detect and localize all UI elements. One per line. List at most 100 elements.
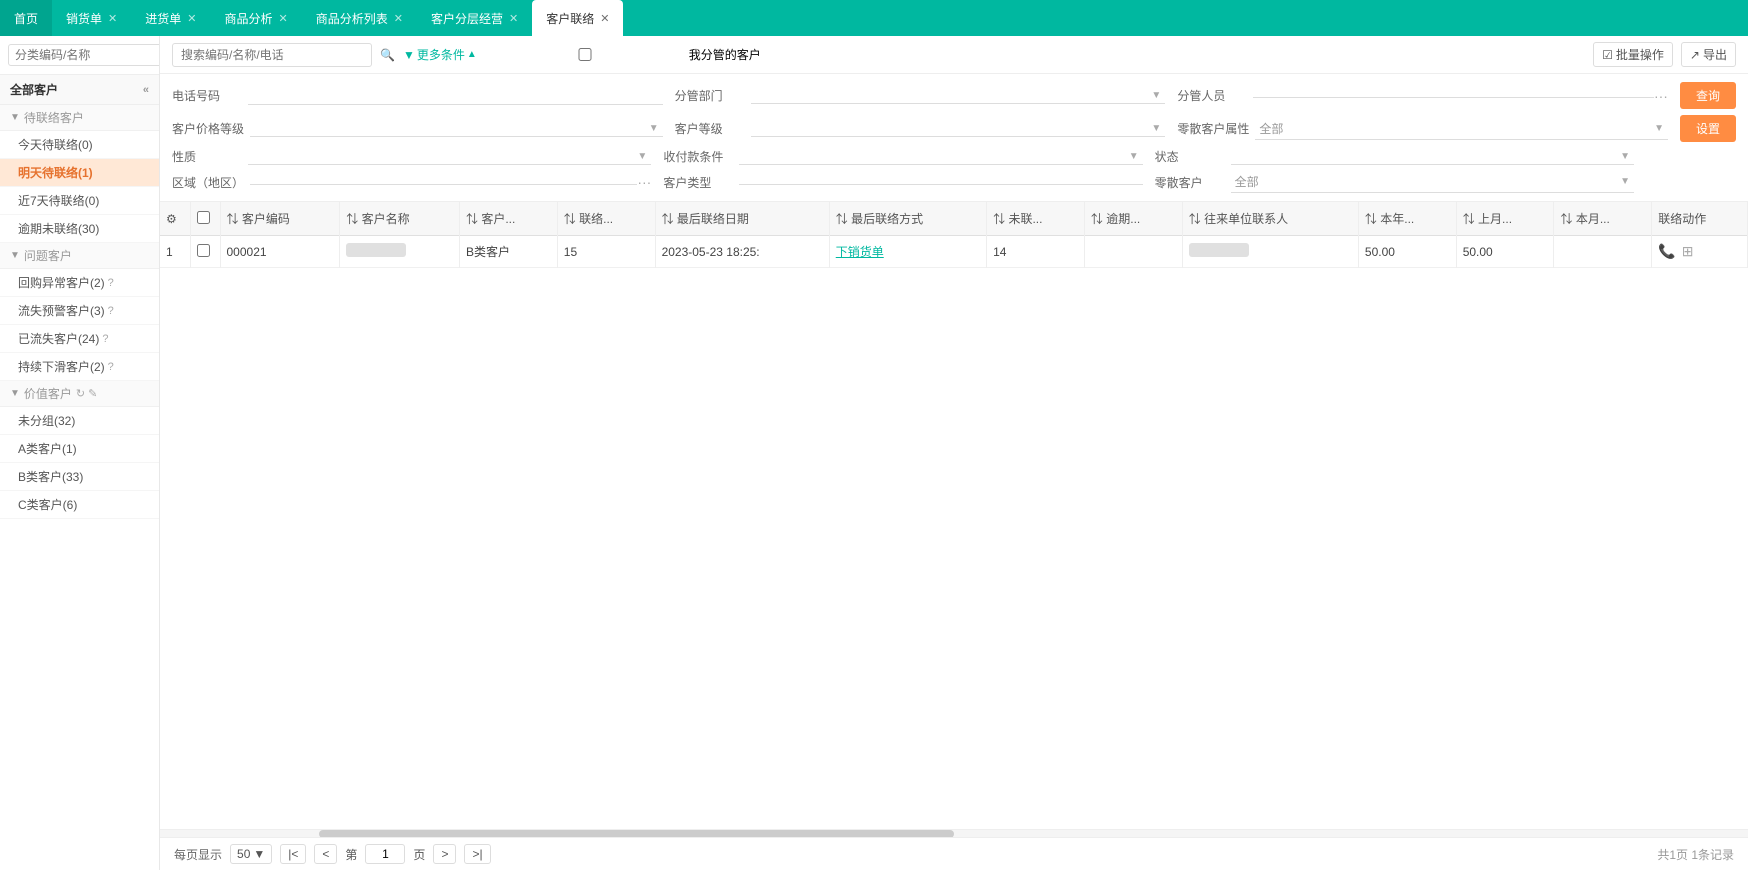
sidebar-item-ungrouped[interactable]: 未分组(32) — [0, 407, 159, 435]
nav-sales-order[interactable]: 销货单 ✕ — [52, 0, 131, 36]
horizontal-scrollbar[interactable] — [160, 829, 1748, 837]
sidebar-item-b-class[interactable]: B类客户(33) — [0, 463, 159, 491]
close-sales-order-icon[interactable]: ✕ — [108, 12, 117, 25]
collapse-icon: « — [143, 84, 149, 96]
filter-region-select[interactable] — [250, 180, 637, 185]
reset-button[interactable]: 设置 — [1680, 115, 1736, 142]
my-customer-checkbox[interactable] — [485, 48, 685, 61]
main-search-input[interactable] — [172, 43, 372, 67]
sidebar-pending-group-title[interactable]: ▼ 待联络客户 — [0, 105, 159, 131]
sidebar-item-c-class[interactable]: C类客户(6) — [0, 491, 159, 519]
sidebar-search-input[interactable] — [8, 44, 160, 66]
per-page-select[interactable]: 50 ▼ — [230, 844, 272, 864]
filter-retail-attr-select[interactable]: 全部 ▼ — [1255, 118, 1668, 140]
filter-status: 状态 ▼ — [1155, 148, 1634, 165]
chevron-down-icon-7: ▼ — [1620, 151, 1630, 162]
th-last-contact-date[interactable]: ⇅ 最后联络日期 — [655, 202, 829, 236]
main-search-icon[interactable]: 🔍 — [380, 48, 395, 62]
close-customer-segmentation-icon[interactable]: ✕ — [509, 12, 518, 25]
chevron-down-icon-8: ▼ — [1620, 176, 1630, 187]
filter-customer-level: 客户等级 ▼ — [675, 120, 1166, 137]
batch-op-button[interactable]: ☑ 批量操作 — [1593, 42, 1673, 67]
value-group-edit-icon[interactable]: ✎ — [88, 387, 97, 400]
filter-region-ellipsis[interactable]: ··· — [637, 174, 651, 190]
sidebar-item-tomorrow-pending[interactable]: 明天待联络(1) — [0, 159, 159, 187]
filter-customer-type-label: 客户类型 — [663, 174, 733, 191]
filter-department-select[interactable]: ▼ — [751, 88, 1166, 104]
export-button[interactable]: ↗ 导出 — [1681, 42, 1736, 67]
sidebar-item-a-class[interactable]: A类客户(1) — [0, 435, 159, 463]
filter-retail-select[interactable]: 全部 ▼ — [1231, 171, 1634, 193]
export-icon: ↗ — [1690, 48, 1700, 62]
sidebar-item-overdue-pending[interactable]: 逾期未联络(30) — [0, 215, 159, 243]
nav-customer-contact[interactable]: 客户联络 ✕ — [532, 0, 623, 36]
sidebar-all-customers[interactable]: 全部客户 « — [0, 75, 159, 105]
nav-product-analysis[interactable]: 商品分析 ✕ — [210, 0, 301, 36]
close-product-analysis-icon[interactable]: ✕ — [279, 12, 288, 25]
sidebar-value-group-title[interactable]: ▼ 价值客户 ↻ ✎ — [0, 381, 159, 407]
th-not-contacted[interactable]: ⇅ 未联... — [987, 202, 1085, 236]
chevron-down-icon-5: ▼ — [637, 151, 647, 162]
sort-icon-11: ⇅ — [1463, 212, 1475, 226]
th-last-contact-method[interactable]: ⇅ 最后联络方式 — [829, 202, 986, 236]
sidebar-item-7days-pending[interactable]: 近7天待联络(0) — [0, 187, 159, 215]
sidebar-item-churned[interactable]: 已流失客户(24) ? — [0, 325, 159, 353]
nav-product-analysis-list[interactable]: 商品分析列表 ✕ — [302, 0, 417, 36]
query-button[interactable]: 查询 — [1680, 82, 1736, 109]
th-this-year[interactable]: ⇅ 本年... — [1358, 202, 1456, 236]
close-purchase-order-icon[interactable]: ✕ — [187, 12, 196, 25]
th-last-month[interactable]: ⇅ 上月... — [1456, 202, 1554, 236]
total-records-text: 共1页 1条记录 — [1657, 846, 1734, 863]
filter-price-level-select[interactable]: ▼ — [250, 121, 663, 137]
th-overdue[interactable]: ⇅ 逾期... — [1084, 202, 1182, 236]
action-grid-icon[interactable]: ⊞ — [1682, 243, 1694, 260]
sort-icon-2: ⇅ — [346, 212, 358, 226]
sidebar-item-repurchase-abnormal[interactable]: 回购异常客户(2) ? — [0, 269, 159, 297]
td-last-month: 50.00 — [1456, 236, 1554, 268]
filter-manager-ellipsis[interactable]: ··· — [1654, 88, 1668, 104]
th-customer-code[interactable]: ⇅ 客户编码 — [220, 202, 340, 236]
chevron-down-icon-4: ▼ — [1654, 123, 1664, 134]
filter-nature-label: 性质 — [172, 148, 242, 165]
sidebar-item-declining[interactable]: 持续下滑客户(2) ? — [0, 353, 159, 381]
th-customer-type[interactable]: ⇅ 客户... — [459, 202, 557, 236]
th-contact[interactable]: ⇅ 联络... — [557, 202, 655, 236]
filter-customer-type-select[interactable] — [739, 180, 1142, 185]
page-number-input[interactable] — [365, 844, 405, 864]
filter-phone-input[interactable] — [248, 86, 663, 105]
th-this-month[interactable]: ⇅ 本月... — [1554, 202, 1652, 236]
close-customer-contact-icon[interactable]: ✕ — [600, 12, 609, 25]
row-checkbox[interactable] — [197, 244, 210, 257]
th-company-contact[interactable]: ⇅ 往来单位联系人 — [1182, 202, 1358, 236]
more-filter-btn[interactable]: ▼ 更多条件 ▲ — [403, 46, 477, 63]
th-settings[interactable]: ⚙ — [160, 202, 190, 236]
contact-method-link[interactable]: 下销货单 — [836, 245, 884, 259]
my-customer-checkbox-area[interactable]: 我分管的客户 — [485, 46, 761, 63]
action-phone-icon[interactable]: 📞 — [1658, 243, 1675, 260]
sidebar-item-churn-warning[interactable]: 流失预警客户(3) ? — [0, 297, 159, 325]
filter-nature-select[interactable]: ▼ — [248, 149, 651, 165]
close-product-analysis-list-icon[interactable]: ✕ — [394, 12, 403, 25]
first-page-btn[interactable]: |< — [280, 844, 306, 864]
td-customer-code: 000021 — [220, 236, 340, 268]
value-group-refresh-icon[interactable]: ↻ — [76, 387, 85, 400]
nav-home[interactable]: 首页 — [0, 0, 52, 36]
table-container: ⚙ ⇅ 客户编码 ⇅ 客户名称 — [160, 202, 1748, 829]
prev-page-btn[interactable]: < — [314, 844, 337, 864]
nav-customer-segmentation[interactable]: 客户分层经营 ✕ — [417, 0, 532, 36]
filter-retail-attr: 零散客户属性 全部 ▼ — [1177, 118, 1668, 140]
filter-payment-terms-select[interactable]: ▼ — [739, 149, 1142, 165]
filter-manager-select[interactable] — [1253, 93, 1654, 98]
sidebar-problem-group-title[interactable]: ▼ 问题客户 — [0, 243, 159, 269]
last-page-btn[interactable]: >| — [464, 844, 490, 864]
filter-retail: 零散客户 全部 ▼ — [1155, 171, 1634, 193]
triangle-icon-3: ▼ — [10, 388, 20, 399]
next-page-btn[interactable]: > — [433, 844, 456, 864]
filter-customer-level-select[interactable]: ▼ — [751, 121, 1166, 137]
select-all-checkbox[interactable] — [197, 211, 210, 224]
settings-icon[interactable]: ⚙ — [166, 212, 177, 226]
sidebar-item-today-pending[interactable]: 今天待联络(0) — [0, 131, 159, 159]
th-customer-name[interactable]: ⇅ 客户名称 — [340, 202, 460, 236]
filter-status-select[interactable]: ▼ — [1231, 149, 1634, 165]
nav-purchase-order[interactable]: 进货单 ✕ — [131, 0, 210, 36]
